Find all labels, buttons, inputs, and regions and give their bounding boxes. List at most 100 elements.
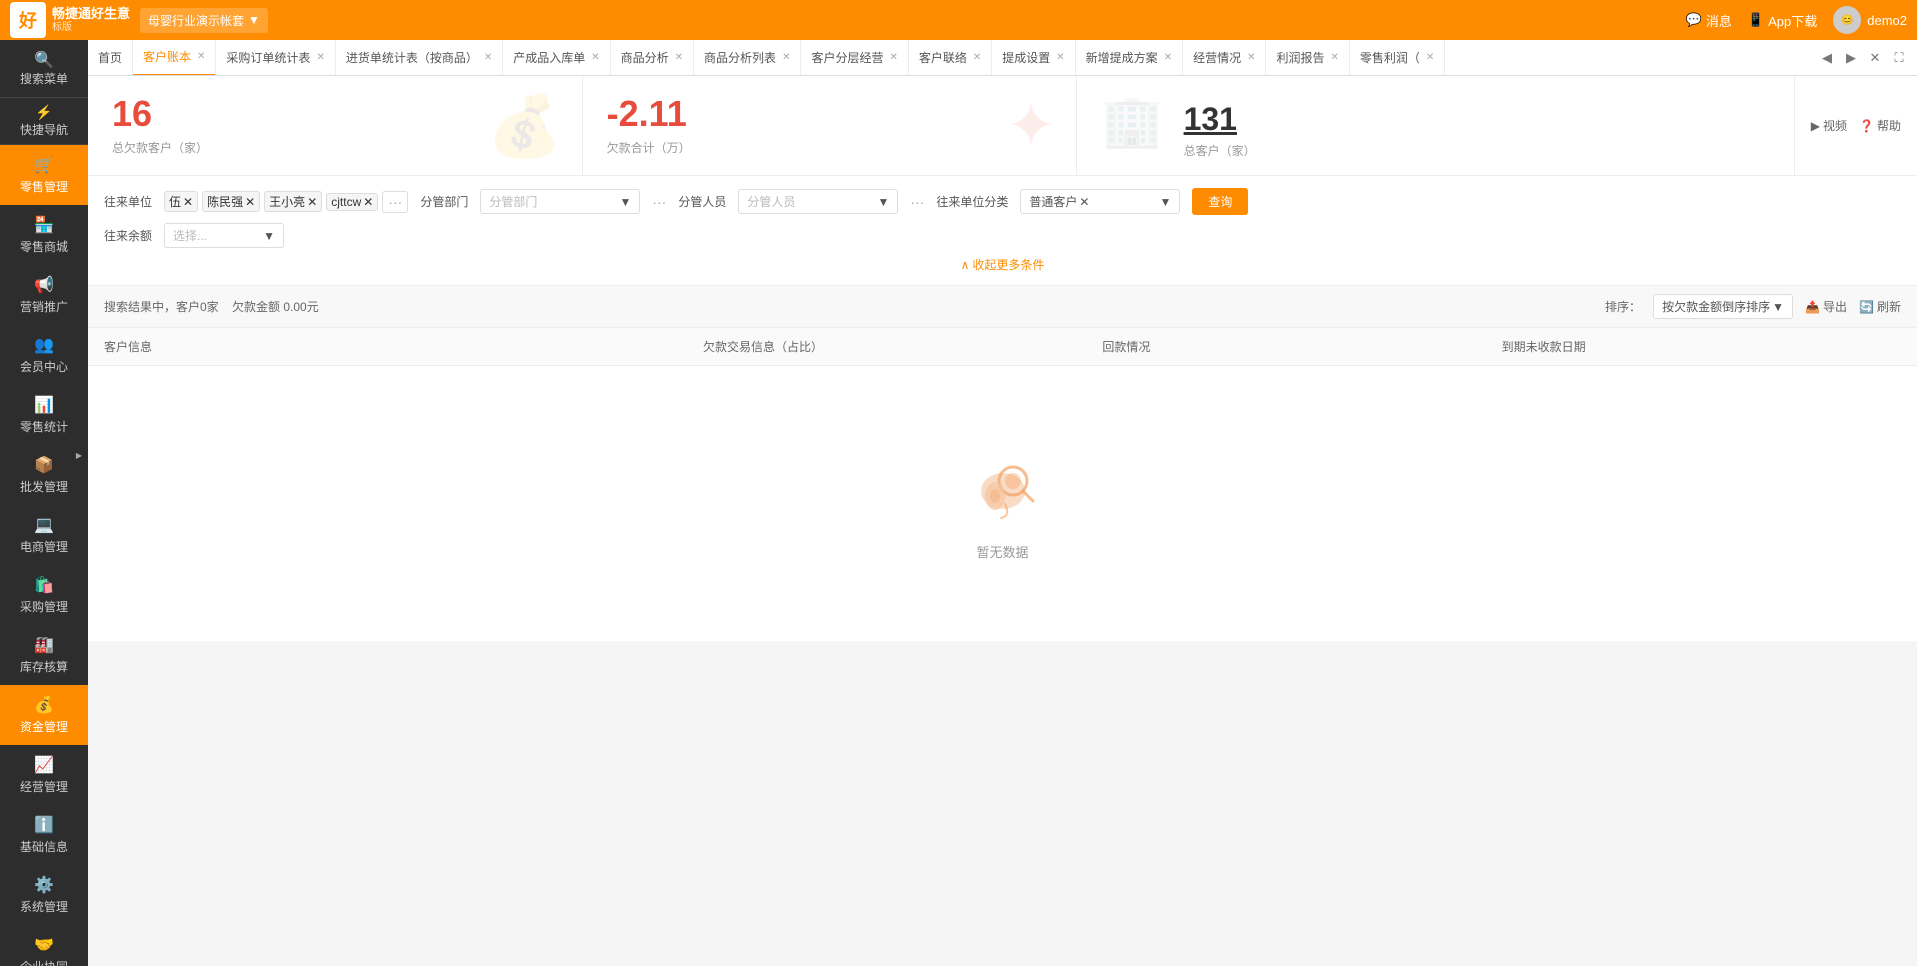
- sidebar-item-batch-mgmt[interactable]: 📦 批发管理 ▶: [0, 445, 88, 505]
- video-btn[interactable]: ▶ 视频: [1811, 117, 1847, 134]
- tab-close-business-status[interactable]: ✕: [1247, 52, 1255, 63]
- tab-product-analysis[interactable]: 商品分析 ✕: [611, 40, 694, 76]
- refresh-icon: 🔄: [1859, 300, 1874, 314]
- customers-bg-icon: 💰: [487, 90, 562, 161]
- retail-mgmt-icon: 🛒: [34, 155, 54, 175]
- logo-icon: 好: [10, 2, 46, 38]
- export-btn[interactable]: 📤 导出: [1805, 298, 1847, 315]
- finance-icon: 💰: [34, 695, 54, 715]
- tab-new-reminder[interactable]: 新增提成方案 ✕: [1076, 40, 1183, 76]
- help-btn[interactable]: ❓ 帮助: [1859, 117, 1901, 134]
- result-actions: 排序： 按欠款金额倒序排序 ▼ 📤 导出 🔄 刷新: [1605, 294, 1901, 319]
- tab-close-retail-profit[interactable]: ✕: [1426, 52, 1434, 63]
- tab-profit-report[interactable]: 利润报告 ✕: [1266, 40, 1349, 76]
- tab-retail-profit[interactable]: 零售利润（ ✕: [1350, 40, 1445, 76]
- stat-card-total-debt: ✦ -2.11 欠款合计（万）: [583, 76, 1078, 175]
- account-selector[interactable]: 母婴行业演示帐套 ▼: [140, 8, 268, 33]
- refresh-btn[interactable]: 🔄 刷新: [1859, 298, 1901, 315]
- system-mgmt-icon: ⚙️: [34, 875, 54, 895]
- sidebar-item-operations[interactable]: 📈 经营管理: [0, 745, 88, 805]
- tabs-bar: 首页 客户账本 ✕ 采购订单统计表 ✕ 进货单统计表（按商品） ✕ 产成品入库单…: [88, 40, 1917, 76]
- unit-tag-cjttcw-close[interactable]: ✕: [363, 195, 373, 209]
- sidebar-item-system-mgmt[interactable]: ⚙️ 系统管理: [0, 865, 88, 925]
- tab-customer-contact[interactable]: 客户联络 ✕: [909, 40, 992, 76]
- tabs-expand-btn[interactable]: ⛶: [1889, 48, 1909, 68]
- quick-nav[interactable]: ⚡ 快捷导航: [0, 98, 88, 145]
- empty-text: 暂无数据: [976, 542, 1028, 561]
- unit-filter-tags: 伍 ✕ 陈民强 ✕ 王小亮 ✕: [164, 191, 408, 213]
- sidebar-item-finance[interactable]: 💰 资金管理: [0, 685, 88, 745]
- sidebar-item-basic-info[interactable]: ℹ️ 基础信息: [0, 805, 88, 865]
- all-customers-bg-icon: 🏢: [1101, 92, 1163, 151]
- dept-filter-label: 分管部门: [420, 193, 468, 210]
- sidebar-item-corp-collab[interactable]: 🤝 企业协同: [0, 925, 88, 966]
- tabs-end: ◀ ▶ ✕ ⛶: [1809, 48, 1917, 68]
- filter-row-2: 往来余额 选择... ▼: [104, 223, 1901, 248]
- sidebar-item-marketing[interactable]: 📢 营销推广: [0, 265, 88, 325]
- tab-home[interactable]: 首页: [88, 40, 133, 76]
- tabs-next-btn[interactable]: ▶: [1841, 48, 1861, 68]
- tab-reminder-settings[interactable]: 提成设置 ✕: [992, 40, 1075, 76]
- query-btn[interactable]: 查询: [1192, 188, 1248, 215]
- sort-select[interactable]: 按欠款金额倒序排序 ▼: [1653, 294, 1793, 319]
- tab-close-customer-segment[interactable]: ✕: [889, 52, 897, 63]
- person-filter-dots[interactable]: ···: [910, 194, 924, 210]
- tabs-close-all-btn[interactable]: ✕: [1865, 48, 1885, 68]
- tab-close-customer-contact[interactable]: ✕: [973, 52, 981, 63]
- unit-tag-chen-close[interactable]: ✕: [245, 195, 255, 209]
- tab-close-customer-balance[interactable]: ✕: [197, 51, 205, 62]
- tab-business-status[interactable]: 经营情况 ✕: [1183, 40, 1266, 76]
- tab-close-stock-stats[interactable]: ✕: [484, 52, 492, 63]
- dept-filter-dots[interactable]: ···: [652, 194, 666, 210]
- result-summary: 搜索结果中，客户0家 欠款金额 0.00元: [104, 298, 319, 315]
- top-bar: 好 畅捷通好生意 标版 母婴行业演示帐套 ▼ 💬 消息 📱 App下载 😊 de: [0, 0, 1917, 40]
- tab-stock-stats[interactable]: 进货单统计表（按商品） ✕: [336, 40, 503, 76]
- tab-close-profit-report[interactable]: ✕: [1331, 52, 1339, 63]
- tab-product-analysis-list[interactable]: 商品分析列表 ✕: [694, 40, 801, 76]
- main-content: 💰 16 总欠款客户（家） ✦ -2.11 欠款合计（万）: [88, 76, 1917, 966]
- tab-close-new-reminder[interactable]: ✕: [1164, 52, 1172, 63]
- user-area[interactable]: 😊 demo2: [1833, 6, 1907, 34]
- sidebar-item-purchase-mgmt[interactable]: 🛍️ 采购管理: [0, 565, 88, 625]
- tab-close-product-instock[interactable]: ✕: [591, 52, 599, 63]
- unit-tags-more-btn[interactable]: ···: [382, 191, 408, 213]
- sidebar-item-retail-mgmt[interactable]: 🛒 零售管理: [0, 145, 88, 205]
- sidebar-item-retail-stats[interactable]: 📊 零售统计: [0, 385, 88, 445]
- person-filter-select[interactable]: 分管人员 ▼: [738, 189, 898, 214]
- tab-customer-segment[interactable]: 客户分层经营 ✕: [801, 40, 908, 76]
- tab-purchase-order-stats[interactable]: 采购订单统计表 ✕: [216, 40, 335, 76]
- filter-area: 往来单位 伍 ✕ 陈民强 ✕ 王小亮: [88, 176, 1917, 286]
- dept-filter-select[interactable]: 分管部门 ▼: [480, 189, 640, 214]
- sidebar-item-member-center[interactable]: 👥 会员中心: [0, 325, 88, 385]
- download-btn[interactable]: 📱 App下载: [1748, 11, 1817, 30]
- unit-type-filter-select[interactable]: 普通客户 ✕ ▼: [1020, 189, 1180, 214]
- tabs-prev-btn[interactable]: ◀: [1817, 48, 1837, 68]
- unit-tag-wang-close[interactable]: ✕: [307, 195, 317, 209]
- tab-customer-balance[interactable]: 客户账本 ✕: [133, 40, 216, 76]
- sidebar-item-retail-mall[interactable]: 🏪 零售商城: [0, 205, 88, 265]
- tab-close-product-analysis-list[interactable]: ✕: [782, 52, 790, 63]
- marketing-icon: 📢: [34, 275, 54, 295]
- collapse-btn[interactable]: ∧ 收起更多条件: [961, 256, 1045, 273]
- table-col-due-date: 到期未收款日期: [1502, 338, 1901, 355]
- balance-filter-select[interactable]: 选择... ▼: [164, 223, 284, 248]
- corp-collab-icon: 🤝: [34, 935, 54, 955]
- tab-close-product-analysis[interactable]: ✕: [675, 52, 683, 63]
- table-container: 客户信息 欠款交易信息（占比） 回款情况 到期未收款日期: [88, 328, 1917, 641]
- inventory-icon: 🏭: [34, 635, 54, 655]
- tab-close-reminder-settings[interactable]: ✕: [1056, 52, 1064, 63]
- unit-tag-wu: 伍 ✕: [164, 191, 198, 212]
- message-btn[interactable]: 💬 消息: [1686, 11, 1732, 30]
- sidebar-search[interactable]: 🔍 搜索菜单: [0, 40, 88, 98]
- unit-tag-wu-close[interactable]: ✕: [183, 195, 193, 209]
- sidebar-item-inventory[interactable]: 🏭 库存核算: [0, 625, 88, 685]
- sidebar-item-ecommerce[interactable]: 💻 电商管理: [0, 505, 88, 565]
- unit-type-tag-normal-close[interactable]: ✕: [1079, 195, 1089, 209]
- unit-tag-wang: 王小亮 ✕: [264, 191, 322, 212]
- video-icon: ▶: [1811, 119, 1820, 133]
- tab-product-instock[interactable]: 产成品入库单 ✕: [503, 40, 610, 76]
- tab-close-purchase-order-stats[interactable]: ✕: [316, 52, 324, 63]
- stat-value-debt: -2.11: [607, 92, 687, 135]
- unit-type-tag-normal: 普通客户 ✕: [1029, 193, 1089, 210]
- empty-state: 暂无数据: [88, 366, 1917, 641]
